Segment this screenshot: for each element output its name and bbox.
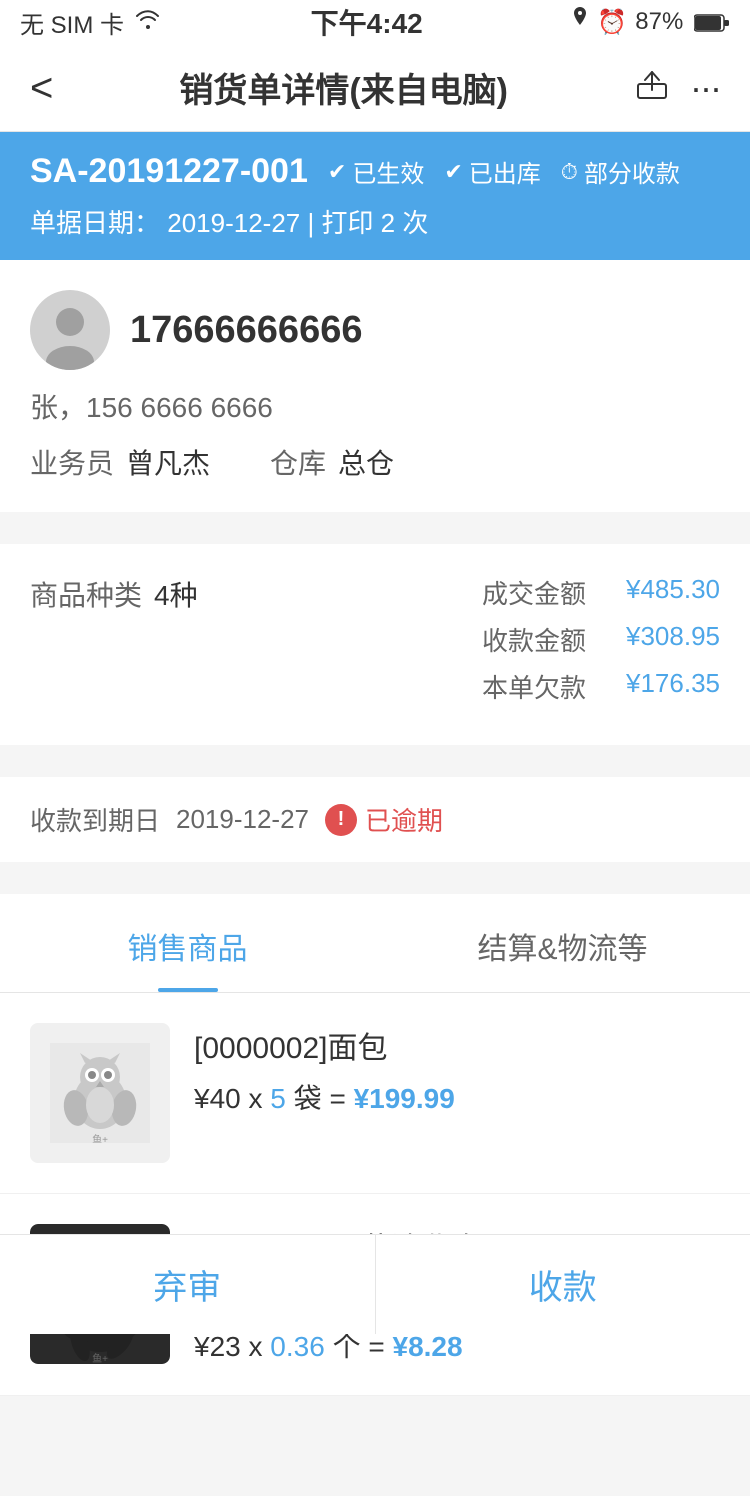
- more-button[interactable]: ···: [690, 67, 720, 109]
- summary-section: 商品种类 4种 成交金额 ¥485.30 收款金额 ¥308.95 本单欠款 ¥…: [0, 544, 750, 745]
- cancel-button[interactable]: 弃审: [0, 1235, 376, 1334]
- battery-label: 87%: [635, 8, 730, 36]
- category-info: 商品种类 4种: [30, 574, 198, 614]
- product-name-1: [0000002]面包: [194, 1023, 720, 1067]
- share-button[interactable]: [634, 66, 670, 110]
- tab-sales-products[interactable]: 销售商品: [0, 894, 375, 992]
- tabs-row: 销售商品 结算&物流等: [0, 894, 750, 993]
- divider2: [0, 761, 750, 777]
- product-info-1: [0000002]面包 ¥40 x 5 袋 = ¥199.99: [194, 1023, 720, 1117]
- overdue-icon: !: [325, 804, 357, 836]
- product-price-1: ¥40 x 5 袋 = ¥199.99: [194, 1077, 720, 1117]
- collected-row: 收款金额 ¥308.95: [482, 621, 720, 658]
- customer-name: 张，156 6666 6666: [30, 386, 720, 426]
- divider3: [0, 878, 750, 894]
- carrier-label: 无 SIM 卡: [20, 5, 124, 40]
- svg-text:鱼+: 鱼+: [92, 1352, 108, 1364]
- svg-text:鱼+: 鱼+: [92, 1133, 108, 1143]
- order-header: SA-20191227-001 ✔ 已生效 ✔ 已出库 ⏱ 部分收款 单据日期：…: [0, 132, 750, 260]
- summary-left: 商品种类 4种: [30, 574, 198, 614]
- customer-section: 17666666666 张，156 6666 6666 业务员 曾凡杰 仓库 总…: [0, 260, 750, 512]
- wifi-icon: [134, 8, 162, 36]
- tabs-section: 销售商品 结算&物流等: [0, 894, 750, 993]
- overdue-label: 已逾期: [365, 801, 443, 838]
- bottom-spacer: [0, 1396, 750, 1496]
- overdue-badge: ! 已逾期: [325, 801, 443, 838]
- due-row: 本单欠款 ¥176.35: [482, 668, 720, 705]
- collect-button[interactable]: 收款: [376, 1235, 750, 1334]
- status-shipped: ✔ 已出库: [444, 154, 540, 189]
- nav-left: <: [30, 68, 53, 108]
- order-id: SA-20191227-001: [30, 152, 308, 191]
- back-button[interactable]: <: [30, 68, 53, 108]
- customer-meta: 业务员 曾凡杰 仓库 总仓: [30, 442, 720, 482]
- bottom-bar: 弃审 收款: [0, 1234, 750, 1334]
- customer-id: 17666666666: [130, 309, 362, 352]
- tab-settlement[interactable]: 结算&物流等: [375, 894, 750, 992]
- status-right: ⏰ 87%: [571, 7, 730, 38]
- divider1: [0, 528, 750, 544]
- status-effective: ✔ 已生效: [328, 154, 424, 189]
- summary-right: 成交金额 ¥485.30 收款金额 ¥308.95 本单欠款 ¥176.35: [482, 574, 720, 715]
- status-time: 下午4:42: [311, 2, 423, 42]
- location-icon: [571, 7, 589, 38]
- nav-bar: < 销货单详情(来自电脑) ···: [0, 44, 750, 132]
- due-date-value: 2019-12-27: [176, 804, 309, 835]
- status-bar: 无 SIM 卡 下午4:42 ⏰ 87%: [0, 0, 750, 44]
- transaction-row: 成交金额 ¥485.30: [482, 574, 720, 611]
- nav-right: ···: [634, 66, 720, 110]
- due-date-section: 收款到期日 2019-12-27 ! 已逾期: [0, 777, 750, 862]
- alarm-icon: ⏰: [597, 8, 627, 37]
- page-title: 销货单详情(来自电脑): [179, 63, 508, 112]
- status-left: 无 SIM 卡: [20, 5, 162, 40]
- product-list: 鱼+ [0000002]面包 ¥40 x 5 袋 = ¥199.99: [0, 993, 750, 1396]
- avatar: [30, 290, 110, 370]
- customer-top: 17666666666: [30, 290, 720, 370]
- warehouse-meta: 仓库 总仓: [270, 442, 394, 482]
- status-partial: ⏱ 部分收款: [561, 154, 680, 189]
- product-image-1: 鱼+: [30, 1023, 170, 1163]
- product-item: 鱼+ [0000002]面包 ¥40 x 5 袋 = ¥199.99: [0, 993, 750, 1194]
- order-date-row: 单据日期： 2019-12-27 | 打印 2 次: [30, 203, 720, 240]
- due-date-label: 收款到期日: [30, 801, 160, 838]
- salesperson-meta: 业务员 曾凡杰: [30, 442, 210, 482]
